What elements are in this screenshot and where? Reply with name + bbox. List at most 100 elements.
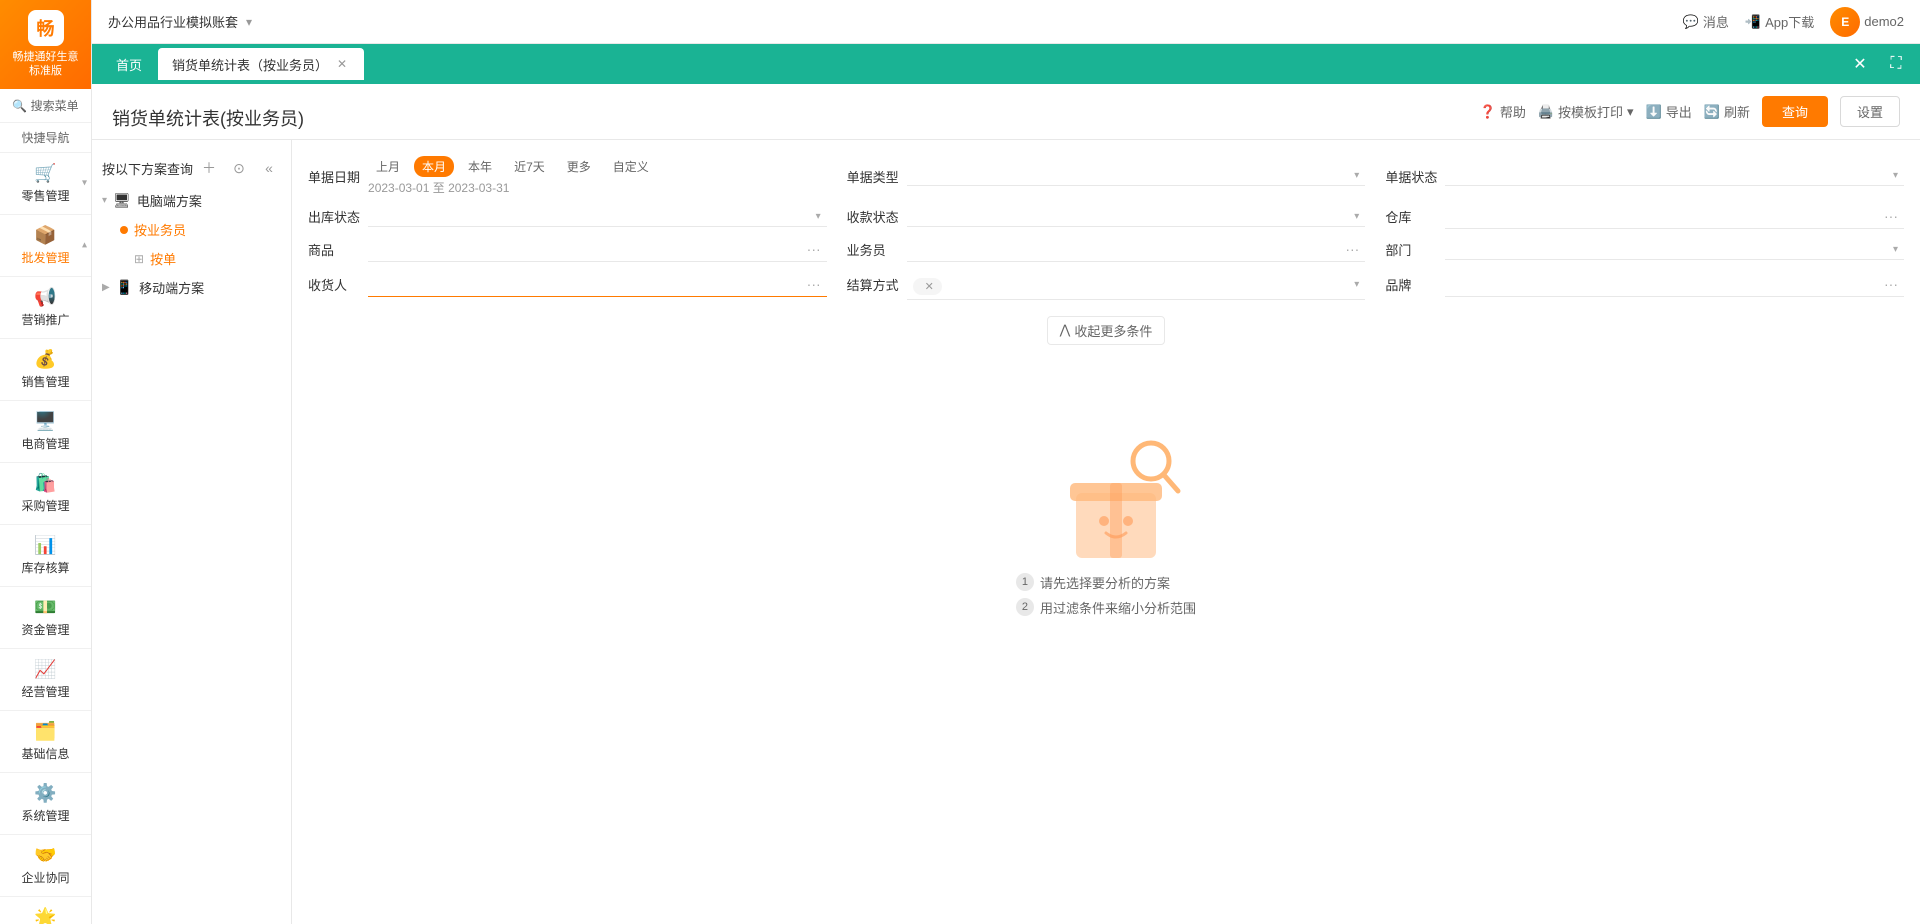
brand-dots: ···: [1884, 276, 1898, 292]
print-dropdown-icon: ▾: [1627, 104, 1634, 120]
sidebar-item-guide[interactable]: 🌟 新手引导: [0, 897, 91, 924]
mobile-icon: 📱: [116, 279, 133, 296]
filter-row-4: 收货人 ··· 结算方式: [308, 270, 1904, 300]
brand-input[interactable]: ···: [1445, 272, 1904, 297]
sidebar-item-marketing[interactable]: 📢 营销推广: [0, 277, 91, 339]
topbar-dropdown-arrow[interactable]: ▾: [246, 15, 252, 29]
sidebar-item-operation[interactable]: 📈 经营管理: [0, 649, 91, 711]
filter-area: 单据日期 上月 本月 本年 近7天 更多 自定义 20: [308, 156, 1904, 353]
help-btn[interactable]: ❓ 帮助: [1480, 102, 1526, 121]
by-staff-label: 按业务员: [134, 220, 186, 239]
tab-close-window-btn[interactable]: ✕: [1846, 50, 1874, 78]
sidebar-item-enterprise[interactable]: 🤝 企业协同: [0, 835, 91, 897]
main-container: 办公用品行业模拟账套 ▾ 💬 消息 📲 App下载 E demo2 首页: [92, 0, 1920, 924]
date-tabs: 上月 本月 本年 近7天 更多 自定义: [368, 156, 827, 177]
date-tab-this-year[interactable]: 本年: [460, 156, 500, 177]
collection-status-filter: 收款状态 ▾: [847, 204, 1366, 229]
system-icon: ⚙️: [34, 783, 56, 804]
query-button[interactable]: 查询: [1762, 96, 1828, 127]
desktop-label: 电脑端方案: [137, 191, 202, 210]
ecommerce-icon: 🖥️: [34, 411, 56, 432]
settlement-clear-tag[interactable]: ✕: [913, 278, 942, 295]
mobile-label: 移动端方案: [139, 278, 204, 297]
receiver-input[interactable]: ···: [368, 272, 827, 297]
collapse-panel-btn[interactable]: «: [257, 156, 281, 180]
chevron-down-icon: ▾: [82, 178, 87, 189]
export-icon: ⬇️: [1646, 104, 1662, 120]
tree-desktop-node[interactable]: ▾ 🖥 电脑端方案: [92, 186, 291, 215]
settlement-arrow: ▾: [1354, 279, 1359, 290]
avatar: E: [1830, 7, 1860, 37]
sidebar-item-sales[interactable]: 💰 销售管理: [0, 339, 91, 401]
export-btn[interactable]: ⬇️ 导出: [1646, 102, 1692, 121]
sidebar-item-ecommerce[interactable]: 🖥️ 电商管理: [0, 401, 91, 463]
left-panel-header: 按以下方案查询 ＋ ⊙ «: [92, 150, 291, 186]
wholesale-icon: 📦: [34, 225, 56, 246]
filter-row-2: 出库状态 ▾ 收款状态 ▾: [308, 204, 1904, 229]
download-icon: 📲: [1745, 14, 1761, 30]
refresh-icon: 🔄: [1704, 104, 1720, 120]
dept-label: 部门: [1385, 240, 1437, 259]
warehouse-input[interactable]: ···: [1445, 204, 1904, 229]
active-indicator: [120, 222, 128, 237]
tab-maximize-btn[interactable]: ⛶: [1882, 50, 1910, 78]
scheme-settings-btn[interactable]: ⊙: [227, 156, 251, 180]
collapse-row: ⋀ 收起更多条件: [308, 308, 1904, 353]
collection-status-select[interactable]: ▾: [907, 207, 1366, 227]
staff-input[interactable]: ···: [907, 237, 1366, 262]
add-scheme-btn[interactable]: ＋: [197, 156, 221, 180]
goods-input[interactable]: ···: [368, 237, 827, 262]
app-download-btn[interactable]: 📲 App下载: [1745, 12, 1814, 31]
purchase-icon: 🛍️: [34, 473, 56, 494]
tip-1: 1 请先选择要分析的方案: [1016, 573, 1196, 592]
user-profile-btn[interactable]: E demo2: [1830, 7, 1904, 37]
order-status-select[interactable]: ▾: [1445, 166, 1904, 186]
tab-home[interactable]: 首页: [102, 48, 156, 80]
sidebar-item-wholesale[interactable]: 📦 批发管理 ▴: [0, 215, 91, 277]
topbar: 办公用品行业模拟账套 ▾ 💬 消息 📲 App下载 E demo2: [92, 0, 1920, 44]
sidebar-item-purchase[interactable]: 🛍️ 采购管理: [0, 463, 91, 525]
sidebar-item-inventory[interactable]: 📊 库存核算: [0, 525, 91, 587]
dept-select[interactable]: ▾: [1445, 240, 1904, 260]
warehouse-filter: 仓库 ···: [1385, 204, 1904, 229]
refresh-btn[interactable]: 🔄 刷新: [1704, 102, 1750, 121]
sidebar-item-retail[interactable]: 🛒 零售管理 ▾: [0, 153, 91, 215]
guide-icon: 🌟: [34, 907, 56, 924]
settlement-select[interactable]: ✕ ▾: [907, 270, 1366, 300]
out-status-select[interactable]: ▾: [368, 207, 827, 227]
topbar-left: 办公用品行业模拟账套 ▾: [108, 12, 252, 31]
settings-button[interactable]: 设置: [1840, 96, 1900, 127]
tab-sales-stats[interactable]: 销货单统计表（按业务员） ✕: [158, 48, 364, 80]
sidebar-item-system[interactable]: ⚙️ 系统管理: [0, 773, 91, 835]
date-tab-7days[interactable]: 近7天: [506, 156, 553, 177]
page-header: 销货单统计表(按业务员) ❓ 帮助 🖨️ 按模板打印 ▾ ⬇️ 导出 🔄 刷: [92, 84, 1920, 140]
sidebar-item-finance[interactable]: 💵 资金管理: [0, 587, 91, 649]
date-tab-last-month[interactable]: 上月: [368, 156, 408, 177]
left-panel-icons: ＋ ⊙ «: [197, 156, 281, 180]
sidebar-item-base[interactable]: 🗂️ 基础信息: [0, 711, 91, 773]
order-type-select[interactable]: ▾: [907, 166, 1366, 186]
collapse-btn[interactable]: ⋀ 收起更多条件: [1047, 316, 1166, 345]
sidebar-search[interactable]: 🔍 搜索菜单: [0, 89, 91, 123]
tree-by-order-node[interactable]: ⊞ 按单: [92, 244, 291, 273]
chevron-up-icon: ▴: [82, 240, 87, 251]
sidebar-logo[interactable]: 畅 畅捷通好生意 标准版: [0, 0, 91, 89]
sidebar: 畅 畅捷通好生意 标准版 🔍 搜索菜单 快捷导航 🛒 零售管理 ▾ 📦 批发管理…: [0, 0, 92, 924]
logo-sub: 标准版: [29, 64, 62, 78]
date-tab-this-month[interactable]: 本月: [414, 156, 454, 177]
tree-by-staff-node[interactable]: 按业务员: [92, 215, 291, 244]
tab-close-btn[interactable]: ✕: [334, 56, 350, 72]
template-print-btn[interactable]: 🖨️ 按模板打印 ▾: [1538, 102, 1634, 121]
date-picker-group: 上月 本月 本年 近7天 更多 自定义 2023-03-01 至 2023-03…: [368, 156, 827, 196]
user-name: demo2: [1864, 14, 1904, 29]
date-tab-custom[interactable]: 自定义: [605, 156, 657, 177]
messages-btn[interactable]: 💬 消息: [1683, 12, 1729, 31]
sidebar-quick-nav[interactable]: 快捷导航: [0, 123, 91, 153]
desktop-icon: 🖥: [113, 192, 131, 209]
page-title: 销货单统计表(按业务员): [112, 105, 304, 131]
date-range-display: 2023-03-01 至 2023-03-31: [368, 179, 827, 196]
settlement-clear-icon[interactable]: ✕: [925, 280, 934, 293]
enterprise-icon: 🤝: [34, 845, 56, 866]
date-tab-more[interactable]: 更多: [559, 156, 599, 177]
tree-mobile-node[interactable]: ▶ 📱 移动端方案: [92, 273, 291, 302]
